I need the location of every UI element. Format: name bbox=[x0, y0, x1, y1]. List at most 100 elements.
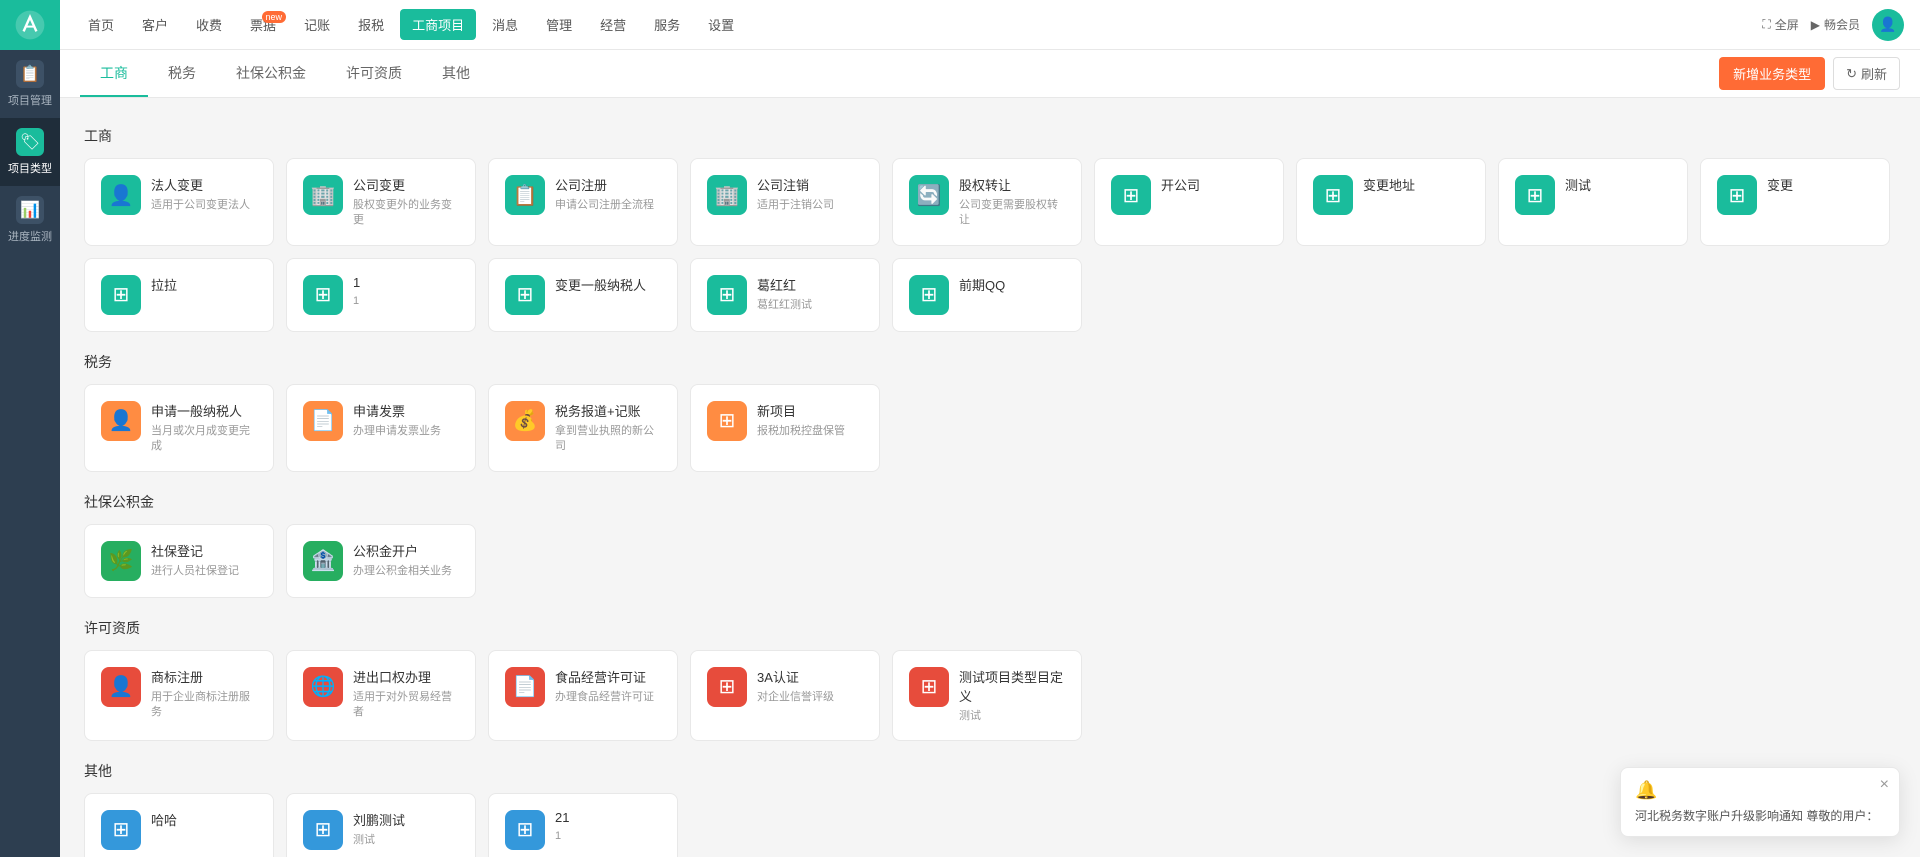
card-title-lala: 拉拉 bbox=[151, 275, 257, 294]
card-desc-company-register: 申请公司注册全流程 bbox=[555, 198, 661, 213]
nav-accounting[interactable]: 记账 bbox=[292, 9, 342, 40]
member-btn[interactable]: ▶ 畅会员 bbox=[1811, 16, 1860, 33]
card-lala[interactable]: ⊞ 拉拉 bbox=[84, 258, 274, 332]
card-num21[interactable]: ⊞ 21 1 bbox=[488, 793, 678, 857]
card-icon-gehonghong: ⊞ bbox=[707, 275, 747, 315]
card-tax-report[interactable]: 💰 税务报道+记账 拿到营业执照的新公司 bbox=[488, 384, 678, 472]
card-open-company[interactable]: ⊞ 开公司 bbox=[1094, 158, 1284, 246]
card-desc-test-project-type: 测试 bbox=[959, 709, 1065, 724]
main-area: 首页 客户 收费 票据 new 记账 报税 工商项目 消息 管理 经营 服务 设… bbox=[60, 0, 1920, 857]
new-type-button[interactable]: 新增业务类型 bbox=[1719, 57, 1825, 90]
card-trademark[interactable]: 👤 商标注册 用于企业商标注册服务 bbox=[84, 650, 274, 741]
card-change[interactable]: ⊞ 变更 bbox=[1700, 158, 1890, 246]
card-title-change: 变更 bbox=[1767, 175, 1873, 194]
subtab-industry[interactable]: 工商 bbox=[80, 51, 148, 97]
subtab-other[interactable]: 其他 bbox=[422, 51, 490, 97]
card-gehonghong[interactable]: ⊞ 葛红红 葛红红测试 bbox=[690, 258, 880, 332]
card-icon-legal-change: 👤 bbox=[101, 175, 141, 215]
card-equity-transfer[interactable]: 🔄 股权转让 公司变更需要股权转让 bbox=[892, 158, 1082, 246]
play-icon: ▶ bbox=[1811, 18, 1820, 32]
nav-customers[interactable]: 客户 bbox=[130, 9, 180, 40]
refresh-button[interactable]: ↻ 刷新 bbox=[1833, 57, 1900, 90]
card-fund-open[interactable]: 🏦 公积金开户 办理公积金相关业务 bbox=[286, 524, 476, 598]
card-legal-change[interactable]: 👤 法人变更 适用于公司变更法人 bbox=[84, 158, 274, 246]
card-title-social-register: 社保登记 bbox=[151, 541, 257, 560]
nav-operations[interactable]: 经营 bbox=[588, 9, 638, 40]
card-icon-num1: ⊞ bbox=[303, 275, 343, 315]
nav-billing[interactable]: 收费 bbox=[184, 9, 234, 40]
notification-icon: 🔔 bbox=[1635, 780, 1885, 801]
card-desc-tax-report: 拿到营业执照的新公司 bbox=[555, 424, 661, 455]
card-liupeng-test[interactable]: ⊞ 刘鹏测试 测试 bbox=[286, 793, 476, 857]
card-desc-company-change: 股权变更外的业务变更 bbox=[353, 198, 459, 229]
subtab-tax[interactable]: 税务 bbox=[148, 51, 216, 97]
card-title-tax-report: 税务报道+记账 bbox=[555, 401, 661, 420]
card-icon-front-qq: ⊞ bbox=[909, 275, 949, 315]
card-desc-company-cancel: 适用于注销公司 bbox=[757, 198, 863, 213]
card-icon-liupeng-test: ⊞ bbox=[303, 810, 343, 850]
card-icon-tax-report: 💰 bbox=[505, 401, 545, 441]
nav-tax[interactable]: 报税 bbox=[346, 9, 396, 40]
nav-services[interactable]: 服务 bbox=[642, 9, 692, 40]
card-company-change[interactable]: 🏢 公司变更 股权变更外的业务变更 bbox=[286, 158, 476, 246]
card-title-apply-taxpayer: 申请一般纳税人 bbox=[151, 401, 257, 420]
card-apply-invoice[interactable]: 📄 申请发票 办理申请发票业务 bbox=[286, 384, 476, 472]
nav-management[interactable]: 管理 bbox=[534, 9, 584, 40]
card-title-haha: 哈哈 bbox=[151, 810, 257, 829]
card-test[interactable]: ⊞ 测试 bbox=[1498, 158, 1688, 246]
page-content: 工商 👤 法人变更 适用于公司变更法人 🏢 公司变更 股权变更外的业务变更 bbox=[60, 98, 1920, 857]
sidebar-item-label: 项目管理 bbox=[8, 92, 52, 108]
sidebar-item-label: 进度监测 bbox=[8, 228, 52, 244]
nav-home[interactable]: 首页 bbox=[76, 9, 126, 40]
nav-industry[interactable]: 工商项目 bbox=[400, 9, 476, 40]
card-num1[interactable]: ⊞ 1 1 bbox=[286, 258, 476, 332]
notification-close-button[interactable]: × bbox=[1880, 776, 1889, 794]
content-area: 工商 税务 社保公积金 许可资质 其他 新增业务类型 ↻ 刷新 工商 👤 bbox=[60, 50, 1920, 857]
card-icon-haha: ⊞ bbox=[101, 810, 141, 850]
topnav: 首页 客户 收费 票据 new 记账 报税 工商项目 消息 管理 经营 服务 设… bbox=[60, 0, 1920, 50]
card-haha[interactable]: ⊞ 哈哈 bbox=[84, 793, 274, 857]
nav-tickets[interactable]: 票据 new bbox=[238, 9, 288, 40]
card-test-project-type[interactable]: ⊞ 测试项目类型目定义 测试 bbox=[892, 650, 1082, 741]
card-icon-num21: ⊞ bbox=[505, 810, 545, 850]
card-change-address[interactable]: ⊞ 变更地址 bbox=[1296, 158, 1486, 246]
sidebar-item-progress-monitor[interactable]: 📊 进度监测 bbox=[0, 186, 60, 254]
card-icon-apply-taxpayer: 👤 bbox=[101, 401, 141, 441]
section-title-permit: 许可资质 bbox=[84, 618, 1896, 638]
card-import-export[interactable]: 🌐 进出口权办理 适用于对外贸易经营者 bbox=[286, 650, 476, 741]
subtab-permit[interactable]: 许可资质 bbox=[326, 51, 422, 97]
card-change-taxpayer[interactable]: ⊞ 变更一般纳税人 bbox=[488, 258, 678, 332]
industry-card-grid: 👤 法人变更 适用于公司变更法人 🏢 公司变更 股权变更外的业务变更 📋 bbox=[84, 158, 1896, 332]
card-title-front-qq: 前期QQ bbox=[959, 275, 1065, 294]
card-social-register[interactable]: 🌿 社保登记 进行人员社保登记 bbox=[84, 524, 274, 598]
card-front-qq[interactable]: ⊞ 前期QQ bbox=[892, 258, 1082, 332]
user-avatar[interactable]: 👤 bbox=[1872, 9, 1904, 41]
progress-monitor-icon: 📊 bbox=[16, 196, 44, 224]
sidebar-item-project-type[interactable]: 🏷 项目类型 bbox=[0, 118, 60, 186]
fullscreen-btn[interactable]: ⛶ 全屏 bbox=[1762, 16, 1798, 33]
notification-text: 河北税务数字账户升级影响通知 尊敬的用户： bbox=[1635, 807, 1885, 824]
card-icon-test-project-type: ⊞ bbox=[909, 667, 949, 707]
card-company-register[interactable]: 📋 公司注册 申请公司注册全流程 bbox=[488, 158, 678, 246]
card-food-permit[interactable]: 📄 食品经营许可证 办理食品经营许可证 bbox=[488, 650, 678, 741]
card-icon-open-company: ⊞ bbox=[1111, 175, 1151, 215]
card-icon-fund-open: 🏦 bbox=[303, 541, 343, 581]
fullscreen-icon: ⛶ bbox=[1762, 17, 1770, 32]
nav-settings[interactable]: 设置 bbox=[696, 9, 746, 40]
card-title-change-taxpayer: 变更一般纳税人 bbox=[555, 275, 661, 294]
subtab-social-fund[interactable]: 社保公积金 bbox=[216, 51, 326, 97]
card-3a-cert[interactable]: ⊞ 3A认证 对企业信誉评级 bbox=[690, 650, 880, 741]
sidebar-item-project-mgmt[interactable]: 📋 项目管理 bbox=[0, 50, 60, 118]
card-desc-gehonghong: 葛红红测试 bbox=[757, 298, 863, 313]
card-icon-social-register: 🌿 bbox=[101, 541, 141, 581]
card-new-project[interactable]: ⊞ 新项目 报税加税控盘保管 bbox=[690, 384, 880, 472]
card-company-cancel[interactable]: 🏢 公司注销 适用于注销公司 bbox=[690, 158, 880, 246]
sidebar-logo[interactable] bbox=[0, 0, 60, 50]
card-title-gehonghong: 葛红红 bbox=[757, 275, 863, 294]
sidebar-item-label: 项目类型 bbox=[8, 160, 52, 176]
card-icon-change: ⊞ bbox=[1717, 175, 1757, 215]
nav-messages[interactable]: 消息 bbox=[480, 9, 530, 40]
card-icon-apply-invoice: 📄 bbox=[303, 401, 343, 441]
nav-right: ⛶ 全屏 ▶ 畅会员 👤 bbox=[1762, 9, 1904, 41]
card-apply-taxpayer[interactable]: 👤 申请一般纳税人 当月或次月成变更完成 bbox=[84, 384, 274, 472]
